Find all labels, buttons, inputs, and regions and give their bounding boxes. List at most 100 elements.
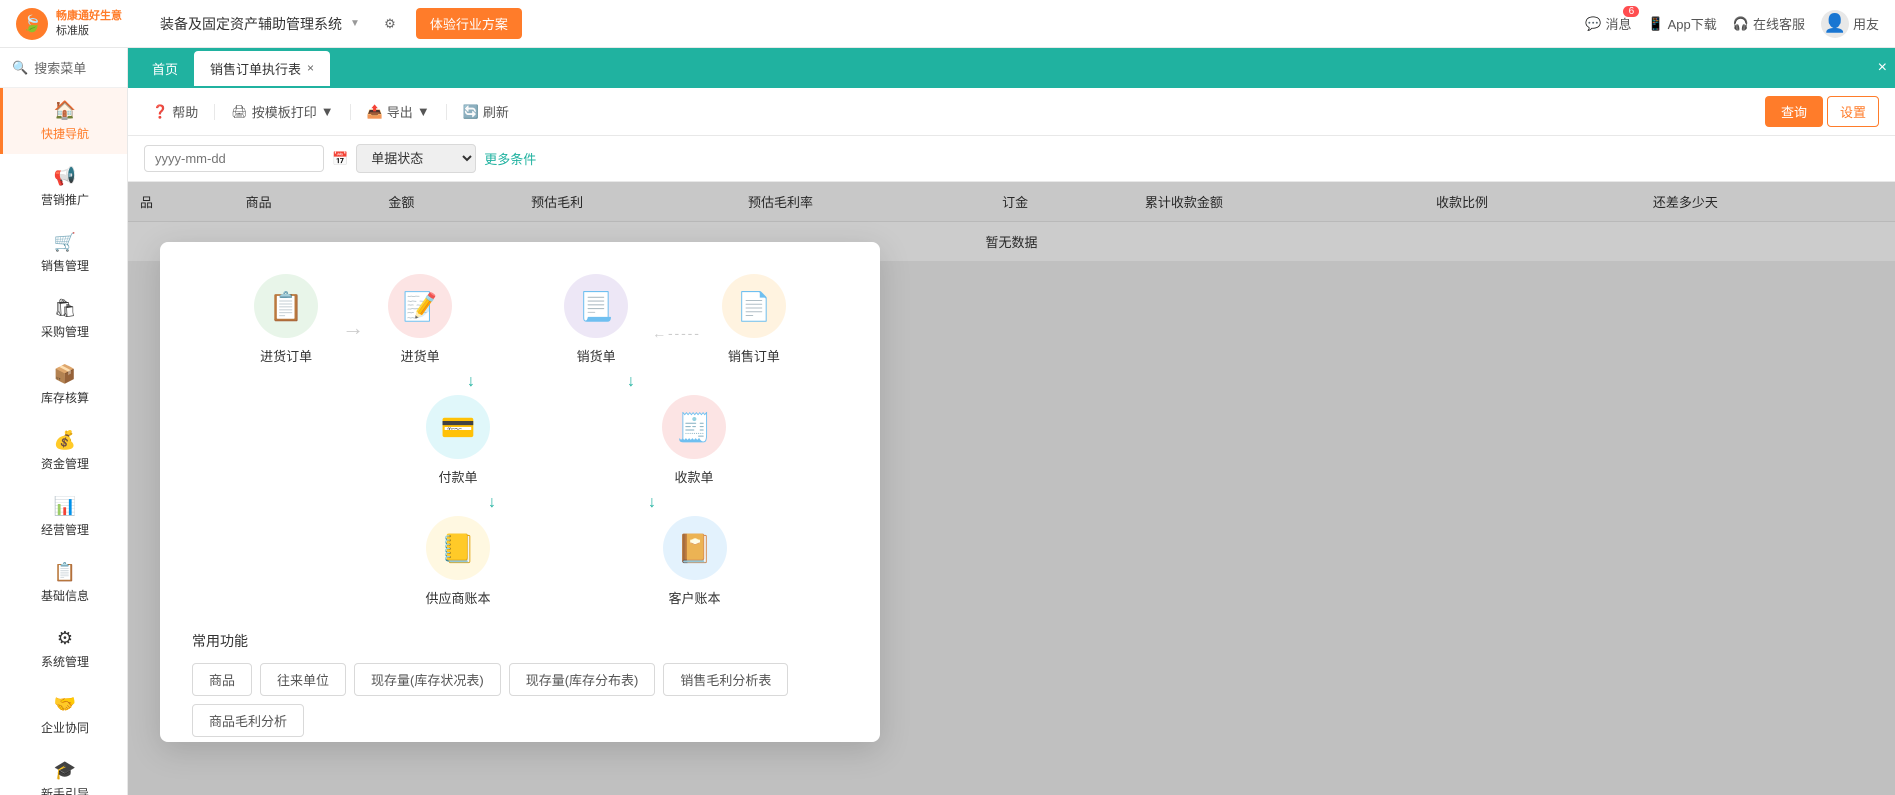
help-label: 帮助 [172,102,198,121]
system-title: 装备及固定资产辅助管理系统 ▼ ⚙ [160,10,404,38]
sidebar: 🔍 搜索菜单 🏠 快捷导航 📢 营销推广 🛒 销售管理 🛍 采购管理 📦 [0,48,128,795]
arrow-down-payment: ↓ [460,494,524,512]
help-button[interactable]: ❓ 帮助 [144,98,206,125]
refresh-label: 刷新 [483,102,509,121]
flow-label-purchase-bill: 进货单 [401,346,440,365]
message-icon: 💬 [1585,16,1601,32]
flow-bottom-row: 📒 供应商账本 📔 客户账本 [192,516,848,607]
arrow-down-sales: ↓ [599,373,663,391]
sidebar-item-label: 营销推广 [41,191,89,208]
tab-home-label: 首页 [152,59,178,78]
flow-node-sales-order: 📄 销售订单 [722,274,786,365]
divider3 [446,104,447,120]
sidebar-item-label: 销售管理 [41,257,89,274]
flow-label-sales-bill: 销货单 [577,346,616,365]
sidebar-item-label: 系统管理 [41,653,89,670]
tab-close-icon[interactable]: × [307,61,314,75]
sidebar-item-label: 基础信息 [41,587,89,604]
flow-middle-row: 💳 付款单 🧾 收款单 [192,395,848,486]
sidebar-item-enterprise[interactable]: 🤝 企业协同 [0,682,127,748]
toolbar: ❓ 帮助 🖨 按模板打印 ▼ 📤 导出 ▼ 🔄 刷新 [128,88,1895,136]
download-icon: 📱 [1647,16,1663,32]
sidebar-item-finance[interactable]: 💰 资金管理 [0,418,127,484]
user-area[interactable]: 👤 用友 [1821,10,1879,38]
logo-line2: 标准版 [56,24,122,38]
modal-overlay[interactable]: 📋 进货订单 → 📝 进货单 [128,182,1895,795]
arrow-h1: → [334,315,372,341]
sidebar-item-marketing[interactable]: 📢 营销推广 [0,154,127,220]
sidebar-item-inventory[interactable]: 📦 库存核算 [0,352,127,418]
flow-node-payment: 💳 付款单 [426,395,490,486]
app-download-button[interactable]: 📱 App下载 [1647,14,1716,33]
func-buttons: 商品 往来单位 现存量(库存状况表) 现存量(库存分布表) 销售毛利分析表 商品… [192,663,848,737]
logo-text: 畅康通好生意 标准版 [56,9,122,38]
func-btn-stock-status[interactable]: 现存量(库存状况表) [354,663,501,696]
set-button[interactable]: 设置 [1827,96,1879,127]
arrow-down-purchase: ↓ [439,373,503,391]
flow-node-sales-bill: 📃 销货单 [564,274,628,365]
modal-box: 📋 进货订单 → 📝 进货单 [160,242,880,742]
content-area: 首页 销售订单执行表 × × ❓ 帮助 🖨 按模板打印 ▼ [128,48,1895,795]
sidebar-item-label: 资金管理 [41,455,89,472]
func-btn-stock-dist[interactable]: 现存量(库存分布表) [509,663,656,696]
calendar-icon[interactable]: 📅 [332,151,348,167]
top-bar: 🍃 畅康通好生意 标准版 装备及固定资产辅助管理系统 ▼ ⚙ 体验行业方案 💬 … [0,0,1895,48]
export-label: 导出 [387,102,413,121]
status-select[interactable]: 单据状态 [356,144,476,173]
func-btn-goods-profit[interactable]: 商品毛利分析 [192,704,304,737]
refresh-icon: 🔄 [463,104,479,120]
online-service-button[interactable]: 🎧 在线客服 [1733,14,1805,33]
refresh-button[interactable]: 🔄 刷新 [455,98,517,125]
flow-diagram: 📋 进货订单 → 📝 进货单 [192,274,848,607]
flow-circle-sales-bill: 📃 [564,274,628,338]
query-button[interactable]: 查询 [1765,96,1823,127]
tab-home[interactable]: 首页 [136,51,194,86]
search-icon: 🔍 [12,60,28,76]
sidebar-item-guide[interactable]: 🎓 新手引导 [0,748,127,795]
purchase-icon: 🛍 [54,298,77,319]
main-content: 品 商品 金额 预估毛利 预估毛利率 订金 累计收款金额 收款比例 还差多少天 [128,182,1895,795]
sidebar-item-base-info[interactable]: 📋 基础信息 [0,550,127,616]
print-dropdown-icon: ▼ [321,104,334,119]
func-btn-partner[interactable]: 往来单位 [260,663,346,696]
print-label: 按模板打印 [252,102,317,121]
flow-label-sales-order: 销售订单 [728,346,780,365]
sidebar-item-purchase[interactable]: 🛍 采购管理 [0,286,127,352]
search-menu[interactable]: 🔍 搜索菜单 [0,48,127,88]
logo-line1: 畅康通好生意 [56,9,122,23]
tab-bar: 首页 销售订单执行表 × × [128,48,1895,88]
flow-node-purchase-order: 📋 进货订单 [254,274,318,365]
tab-sales-order[interactable]: 销售订单执行表 × [194,51,330,86]
export-button[interactable]: 📤 导出 ▼ [359,98,438,125]
sidebar-item-label: 快捷导航 [41,125,89,142]
settings-icon[interactable]: ⚙ [376,10,404,38]
date-input[interactable] [144,145,324,172]
trial-button[interactable]: 体验行业方案 [416,8,522,39]
dropdown-icon[interactable]: ▼ [350,18,360,29]
func-btn-goods[interactable]: 商品 [192,663,252,696]
flow-arrows-down2: ↓ ↓ [192,494,848,512]
tab-bar-close-icon[interactable]: × [1878,59,1887,77]
logo-area: 🍃 畅康通好生意 标准版 [16,8,144,40]
func-btn-sales-profit[interactable]: 销售毛利分析表 [663,663,788,696]
guide-icon: 🎓 [54,760,76,781]
print-icon: 🖨 [231,104,248,120]
sales-icon: 🛒 [54,232,76,253]
finance-icon: 💰 [54,430,76,451]
flow-circle-supplier-ledger: 📒 [426,516,490,580]
flow-label-customer-ledger: 客户账本 [668,588,720,607]
service-icon: 🎧 [1733,16,1749,32]
sidebar-item-system[interactable]: ⚙ 系统管理 [0,616,127,682]
sidebar-item-quick-nav[interactable]: 🏠 快捷导航 [0,88,127,154]
sidebar-item-operation[interactable]: 📊 经营管理 [0,484,127,550]
flow-node-customer-ledger: 📔 客户账本 [663,516,727,607]
message-button[interactable]: 💬 消息 6 [1585,14,1631,33]
main-area: 🔍 搜索菜单 🏠 快捷导航 📢 营销推广 🛒 销售管理 🛍 采购管理 📦 [0,48,1895,795]
more-conditions-link[interactable]: 更多条件 [484,149,536,168]
avatar: 👤 [1821,10,1849,38]
sidebar-item-sales[interactable]: 🛒 销售管理 [0,220,127,286]
print-button[interactable]: 🖨 按模板打印 ▼ [223,98,341,125]
common-functions: 常用功能 商品 往来单位 现存量(库存状况表) 现存量(库存分布表) 销售毛利分… [192,631,848,742]
export-dropdown-icon: ▼ [417,104,430,119]
flow-circle-purchase-order: 📋 [254,274,318,338]
